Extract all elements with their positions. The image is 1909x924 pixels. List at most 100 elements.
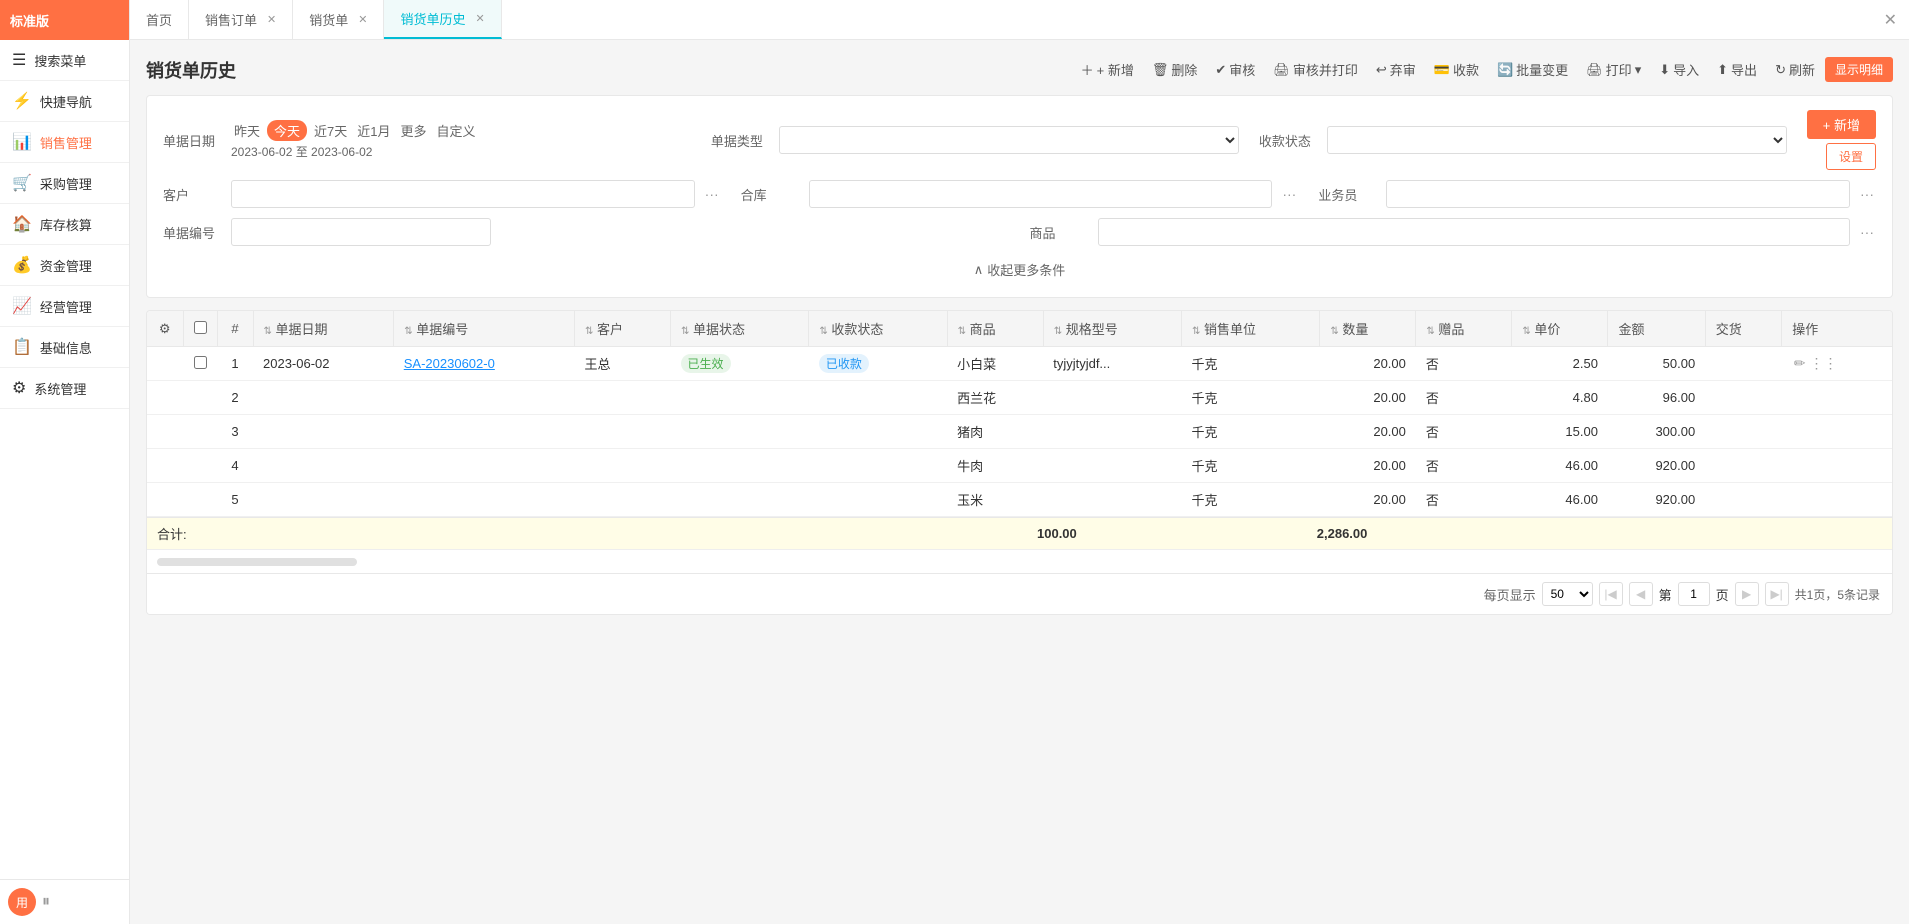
display-detail-button[interactable]: 显示明细 [1825,57,1893,82]
td-checkbox[interactable] [183,347,217,381]
batch-change-button[interactable]: 🔄 批量变更 [1489,56,1576,83]
shortcut-today[interactable]: 今天 [267,120,307,141]
sidebar-item-quick-nav[interactable]: ⚡ 快捷导航 [0,81,129,122]
collapse-sidebar-icon[interactable]: ⏸ [42,893,50,911]
payment-select[interactable] [1327,126,1787,154]
td-doc-status [671,449,809,483]
page-number-input[interactable] [1678,582,1710,606]
sidebar-item-sales-mgmt[interactable]: 📊 销售管理 [0,122,129,163]
th-docno[interactable]: ⇅ 单据编号 [394,311,575,347]
th-unit-price[interactable]: ⇅ 单价 [1512,311,1608,347]
th-date[interactable]: ⇅ 单据日期 [253,311,394,347]
filter-collapse-btn[interactable]: ∧ 收起更多条件 [163,256,1876,283]
staff-label: 业务员 [1318,185,1378,204]
th-spec[interactable]: ⇅ 规格型号 [1043,311,1181,347]
page-word: 第 [1659,585,1672,604]
print-button[interactable]: 🖨 打印 ▾ [1578,56,1649,83]
td-docno [394,449,575,483]
th-qty[interactable]: ⇅ 数量 [1320,311,1416,347]
staff-ellipsis-btn[interactable]: ··· [1858,186,1876,202]
type-select[interactable] [779,126,1239,154]
shortcut-more[interactable]: 更多 [398,120,430,141]
audit-print-button[interactable]: 🖨 审核并打印 [1265,56,1366,83]
sidebar-item-inventory-calc[interactable]: 🏠 库存核算 [0,204,129,245]
th-goods[interactable]: ⇅ 商品 [947,311,1043,347]
warehouse-input[interactable] [809,180,1273,208]
goods-input[interactable] [1098,218,1851,246]
sidebar-item-system-mgmt[interactable]: ⚙ 系统管理 [0,368,129,409]
goods-ellipsis-btn[interactable]: ··· [1858,224,1876,240]
th-amount[interactable]: 金额 [1608,311,1705,347]
tab-sales-order-label: 销售订单 [205,10,257,29]
next-page-btn[interactable]: ▶ [1735,582,1759,606]
shortcut-1month[interactable]: 近1月 [354,120,393,141]
audit-button[interactable]: ✔ 审核 [1207,56,1263,83]
settings-button[interactable]: 设置 [1826,143,1876,170]
sidebar-item-label: 销售管理 [40,133,92,152]
docno-input[interactable] [231,218,491,246]
table-row: 2 西兰花 千克 20.00 否 4.80 96.00 [147,381,1892,415]
sales-icon: 📊 [12,132,32,152]
tab-home[interactable]: 首页 [130,0,189,39]
delete-button[interactable]: 🗑 删除 [1144,56,1206,83]
collapse-arrow-icon: ∧ [974,262,984,278]
collect-button[interactable]: 💳 收款 [1426,56,1487,83]
sidebar-item-purchase-mgmt[interactable]: 🛒 采购管理 [0,163,129,204]
customer-ellipsis-btn[interactable]: ··· [703,186,721,202]
shortcut-7days[interactable]: 近7天 [311,120,350,141]
query-button[interactable]: + 新增 [1807,110,1876,139]
row-checkbox[interactable] [194,356,207,369]
inventory-icon: 🏠 [12,214,32,234]
td-checkbox[interactable] [183,449,217,483]
sidebar-item-finance-mgmt[interactable]: 💰 资金管理 [0,245,129,286]
td-checkbox[interactable] [183,415,217,449]
new-button[interactable]: ＋ + 新增 [1073,56,1142,83]
tab-sales-order-close[interactable]: ✕ [267,13,276,26]
sidebar-item-basic-info[interactable]: 📋 基础信息 [0,327,129,368]
sidebar-item-operation-mgmt[interactable]: 📈 经营管理 [0,286,129,327]
edit-icon[interactable]: ✏ [1792,355,1808,371]
td-spec [1043,415,1181,449]
customer-input[interactable] [231,180,695,208]
first-page-btn[interactable]: |◀ [1599,582,1623,606]
tab-sales-delivery[interactable]: 销货单 ✕ [293,0,384,39]
import-button[interactable]: ⬇ 导入 [1651,56,1707,83]
td-gift: 否 [1416,449,1512,483]
finance-icon: 💰 [12,255,32,275]
th-no: # [217,311,253,347]
th-gift[interactable]: ⇅ 赠品 [1416,311,1512,347]
last-page-btn[interactable]: ▶| [1765,582,1789,606]
table-scroll: ⚙ # ⇅ 单据日期 ⇅ 单据编号 ⇅ 客户 ⇅ 单据状态 ⇅ 收款状态 ⇅ 商… [147,311,1892,517]
shortcut-custom[interactable]: 自定义 [434,120,479,141]
th-payment-status[interactable]: ⇅ 收款状态 [809,311,947,347]
shortcut-yesterday[interactable]: 昨天 [231,120,263,141]
td-doc-status: 已生效 [671,347,809,381]
window-close-btn[interactable]: ✕ [1872,0,1909,39]
warehouse-ellipsis-btn[interactable]: ··· [1280,186,1298,202]
abandon-button[interactable]: ↩ 弃审 [1368,56,1424,83]
per-page-select[interactable]: 50 100 200 [1542,582,1593,606]
th-customer[interactable]: ⇅ 客户 [574,311,670,347]
tab-sales-delivery-close[interactable]: ✕ [358,13,367,26]
tab-sales-order[interactable]: 销售订单 ✕ [189,0,293,39]
tab-sales-delivery-history[interactable]: 销货单历史 ✕ [384,0,501,39]
td-ops [1782,381,1892,415]
print-label: 打印 [1606,60,1632,79]
doc-no-link[interactable]: SA-20230602-0 [404,356,495,371]
td-checkbox[interactable] [183,483,217,517]
tab-sales-delivery-history-close[interactable]: ✕ [476,12,485,25]
th-unit[interactable]: ⇅ 销售单位 [1182,311,1320,347]
sidebar-item-search-menu[interactable]: ☰ 搜索菜单 [0,40,129,81]
more-icon[interactable]: ⋮⋮ [1807,355,1839,371]
user-avatar: 用 [8,888,36,916]
td-docno: SA-20230602-0 [394,347,575,381]
batch-change-label: 批量变更 [1516,60,1568,79]
prev-page-btn[interactable]: ◀ [1629,582,1653,606]
td-checkbox[interactable] [183,381,217,415]
refresh-button[interactable]: ↻ 刷新 [1767,56,1823,83]
th-gear[interactable]: ⚙ [147,311,183,347]
select-all-checkbox[interactable] [194,321,207,334]
export-button[interactable]: ⬆ 导出 [1709,56,1765,83]
th-doc-status[interactable]: ⇅ 单据状态 [671,311,809,347]
staff-input[interactable] [1386,180,1850,208]
